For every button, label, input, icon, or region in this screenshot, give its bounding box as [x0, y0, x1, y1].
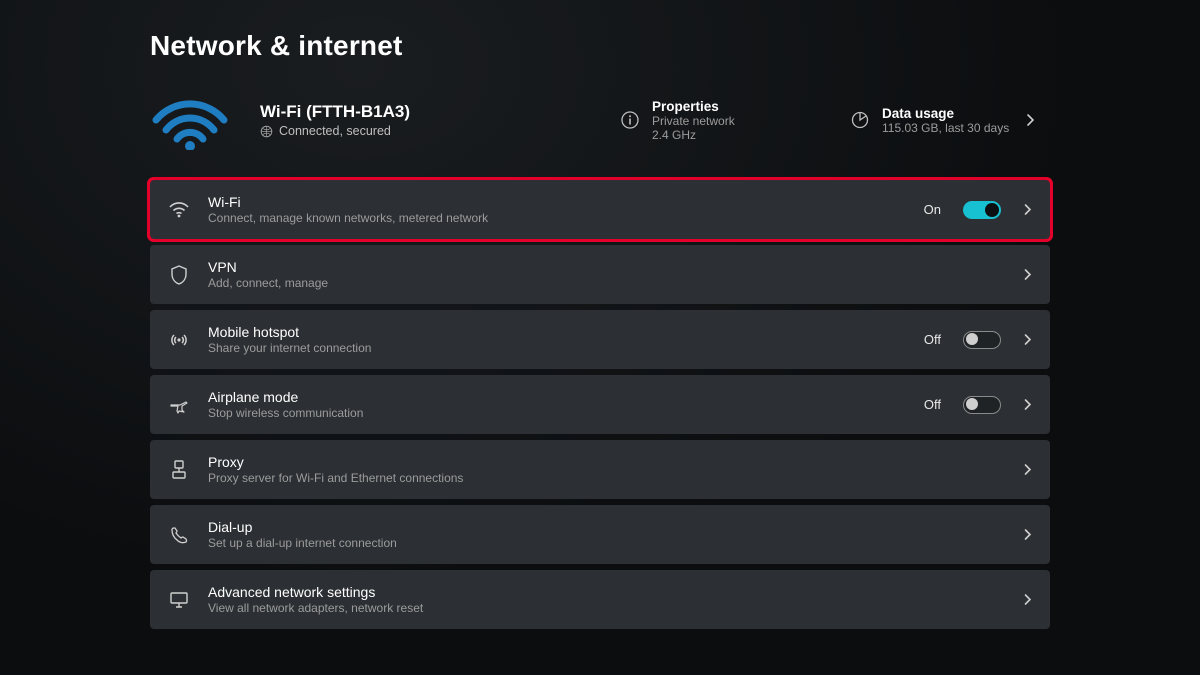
vpn-row[interactable]: VPN Add, connect, manage [150, 245, 1050, 304]
hotspot-toggle[interactable] [963, 331, 1001, 349]
wifi-sub: Connect, manage known networks, metered … [208, 211, 906, 225]
wifi-signal-icon [150, 90, 230, 150]
advanced-title: Advanced network settings [208, 584, 1005, 600]
phone-icon [168, 524, 190, 546]
vpn-sub: Add, connect, manage [208, 276, 1005, 290]
page-title: Network & internet [150, 30, 1050, 62]
settings-list: Wi-Fi Connect, manage known networks, me… [150, 180, 1050, 629]
hotspot-row[interactable]: Mobile hotspot Share your internet conne… [150, 310, 1050, 369]
chevron-right-icon [1023, 528, 1032, 541]
chevron-right-icon [1023, 463, 1032, 476]
wifi-title: Wi-Fi [208, 194, 906, 210]
connection-name: Wi-Fi (FTTH-B1A3) [260, 102, 490, 122]
airplane-state: Off [924, 397, 941, 412]
data-usage-line1: 115.03 GB, last 30 days [882, 121, 1009, 135]
hotspot-sub: Share your internet connection [208, 341, 906, 355]
settings-page: Network & internet Wi-Fi (FTTH-B1A3) Con… [0, 0, 1200, 649]
advanced-row[interactable]: Advanced network settings View all netwo… [150, 570, 1050, 629]
airplane-icon [168, 394, 190, 416]
airplane-toggle[interactable] [963, 396, 1001, 414]
data-usage-label: Data usage [882, 106, 1009, 121]
proxy-row[interactable]: Proxy Proxy server for Wi-Fi and Etherne… [150, 440, 1050, 499]
airplane-title: Airplane mode [208, 389, 906, 405]
info-icon [620, 110, 640, 130]
proxy-sub: Proxy server for Wi-Fi and Ethernet conn… [208, 471, 1005, 485]
dialup-title: Dial-up [208, 519, 1005, 535]
vpn-title: VPN [208, 259, 1005, 275]
airplane-row[interactable]: Airplane mode Stop wireless communicatio… [150, 375, 1050, 434]
properties-line2: 2.4 GHz [652, 128, 735, 142]
dialup-row[interactable]: Dial-up Set up a dial-up internet connec… [150, 505, 1050, 564]
wifi-icon [168, 199, 190, 221]
chevron-right-icon [1023, 203, 1032, 216]
chevron-right-icon [1023, 593, 1032, 606]
properties-label: Properties [652, 99, 735, 114]
hotspot-icon [168, 329, 190, 351]
properties-button[interactable]: Properties Private network 2.4 GHz [620, 99, 820, 142]
chevron-right-icon [1023, 268, 1032, 281]
chevron-right-icon [1023, 398, 1032, 411]
dialup-sub: Set up a dial-up internet connection [208, 536, 1005, 550]
connection-status: Connected, secured [279, 124, 391, 138]
proxy-icon [168, 459, 190, 481]
pie-chart-icon [850, 110, 870, 130]
chevron-right-icon [1023, 333, 1032, 346]
data-usage-button[interactable]: Data usage 115.03 GB, last 30 days [850, 106, 1050, 135]
hotspot-title: Mobile hotspot [208, 324, 906, 340]
properties-line1: Private network [652, 114, 735, 128]
status-row: Wi-Fi (FTTH-B1A3) Connected, secured Pro… [150, 90, 1050, 150]
proxy-title: Proxy [208, 454, 1005, 470]
airplane-sub: Stop wireless communication [208, 406, 906, 420]
chevron-right-icon [1025, 113, 1035, 127]
globe-icon [260, 125, 273, 138]
wifi-row[interactable]: Wi-Fi Connect, manage known networks, me… [150, 180, 1050, 239]
wifi-state: On [924, 202, 941, 217]
advanced-sub: View all network adapters, network reset [208, 601, 1005, 615]
connection-info: Wi-Fi (FTTH-B1A3) Connected, secured [260, 102, 490, 138]
monitor-icon [168, 589, 190, 611]
wifi-toggle[interactable] [963, 201, 1001, 219]
shield-icon [168, 264, 190, 286]
hotspot-state: Off [924, 332, 941, 347]
